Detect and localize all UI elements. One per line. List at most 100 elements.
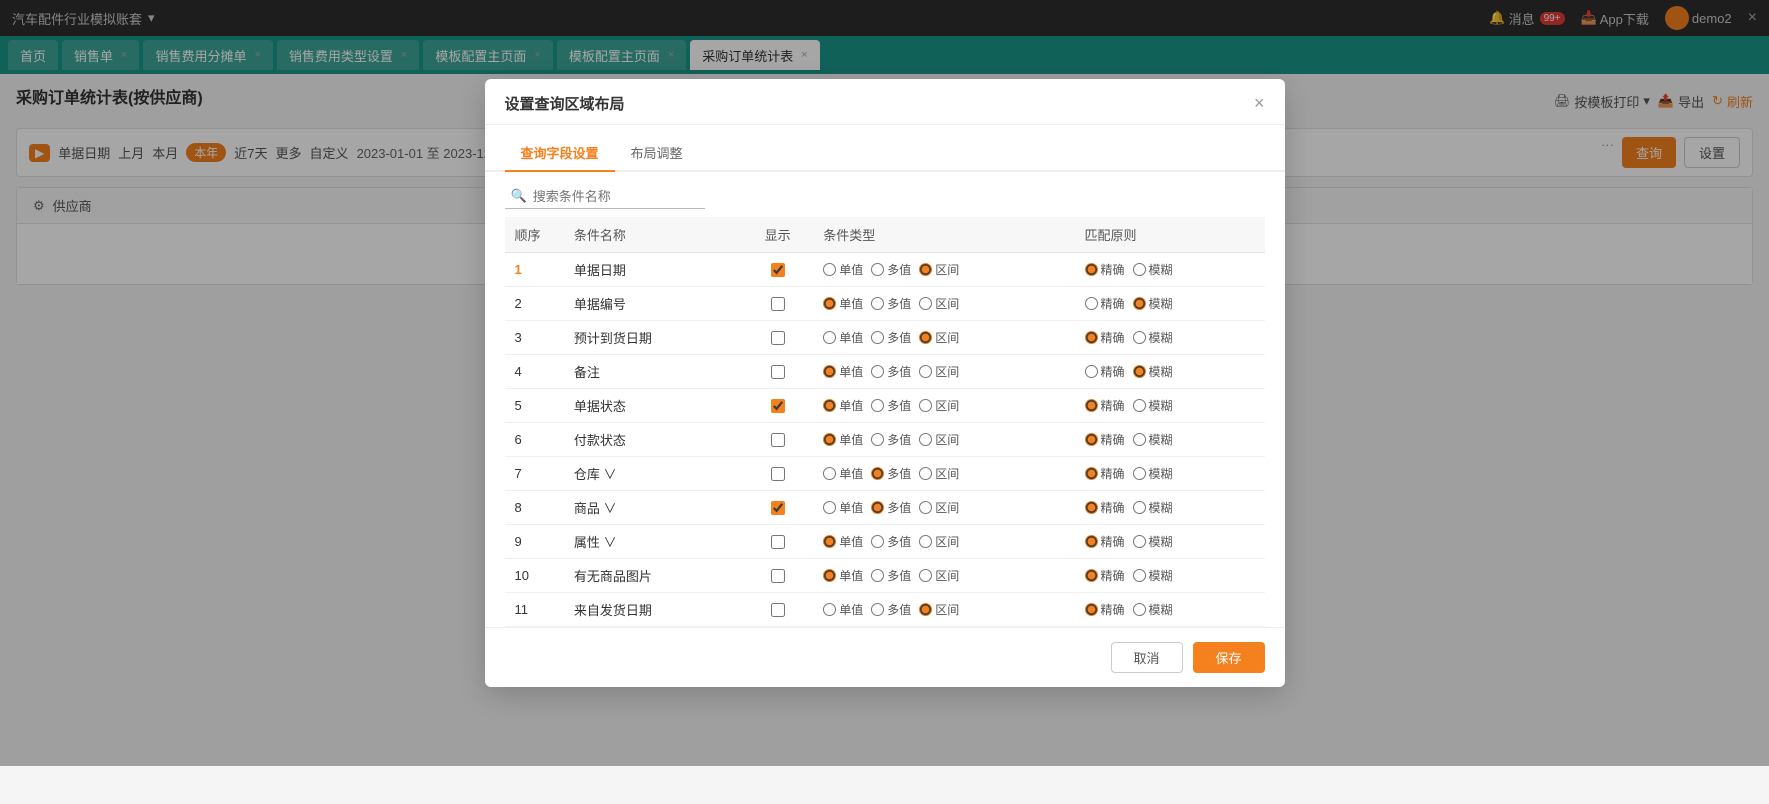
row-type-option[interactable]: 区间 <box>919 295 959 312</box>
row-match-option[interactable]: 精确 <box>1085 465 1125 482</box>
row-type-option[interactable]: 区间 <box>919 499 959 516</box>
row-display-checkbox[interactable] <box>771 535 785 549</box>
row-type-option[interactable]: 多值 <box>871 567 911 584</box>
row-type-option[interactable]: 单值 <box>823 329 863 346</box>
row-type-option[interactable]: 多值 <box>871 363 911 380</box>
cancel-button[interactable]: 取消 <box>1111 642 1183 673</box>
row-type-option[interactable]: 区间 <box>919 567 959 584</box>
row-match-radio-group: 精确模糊 <box>1085 567 1255 584</box>
row-type-option[interactable]: 多值 <box>871 431 911 448</box>
row-match-option[interactable]: 精确 <box>1085 601 1125 618</box>
row-type-option[interactable]: 区间 <box>919 397 959 414</box>
row-match-option[interactable]: 模糊 <box>1133 567 1173 584</box>
row-display-checkbox[interactable] <box>771 331 785 345</box>
tab-query-fields[interactable]: 查询字段设置 <box>505 135 615 172</box>
row-type-option[interactable]: 多值 <box>871 601 911 618</box>
table-row: 4备注单值多值区间精确模糊 <box>505 355 1265 389</box>
row-type-option[interactable]: 多值 <box>871 499 911 516</box>
row-match-option[interactable]: 模糊 <box>1133 465 1173 482</box>
row-display-checkbox[interactable] <box>771 569 785 583</box>
row-display-cell <box>742 423 813 457</box>
row-name: 有无商品图片 <box>564 559 742 593</box>
row-match-option[interactable]: 模糊 <box>1133 363 1173 380</box>
row-display-checkbox[interactable] <box>771 501 785 515</box>
row-match-option[interactable]: 精确 <box>1085 533 1125 550</box>
row-display-checkbox-wrap <box>752 433 803 447</box>
row-type-cell: 单值多值区间 <box>813 423 1074 457</box>
table-row: 6付款状态单值多值区间精确模糊 <box>505 423 1265 457</box>
row-display-checkbox[interactable] <box>771 603 785 617</box>
row-type-option[interactable]: 多值 <box>871 533 911 550</box>
search-input[interactable] <box>533 189 693 204</box>
row-match-option[interactable]: 精确 <box>1085 295 1125 312</box>
row-display-checkbox[interactable] <box>771 433 785 447</box>
row-display-checkbox[interactable] <box>771 467 785 481</box>
row-type-option[interactable]: 多值 <box>871 397 911 414</box>
row-type-option[interactable]: 单值 <box>823 567 863 584</box>
row-type-option[interactable]: 区间 <box>919 363 959 380</box>
row-type-option[interactable]: 单值 <box>823 363 863 380</box>
row-match-radio-group: 精确模糊 <box>1085 363 1255 380</box>
row-match-option[interactable]: 模糊 <box>1133 601 1173 618</box>
row-type-option[interactable]: 单值 <box>823 397 863 414</box>
row-match-option[interactable]: 精确 <box>1085 363 1125 380</box>
row-order: 3 <box>505 321 564 355</box>
row-type-option[interactable]: 多值 <box>871 329 911 346</box>
row-match-option[interactable]: 模糊 <box>1133 295 1173 312</box>
row-match-cell: 精确模糊 <box>1075 559 1265 593</box>
search-box[interactable]: 🔍 <box>505 184 705 209</box>
row-type-option[interactable]: 区间 <box>919 533 959 550</box>
row-display-checkbox[interactable] <box>771 399 785 413</box>
row-type-option[interactable]: 单值 <box>823 261 863 278</box>
row-match-cell: 精确模糊 <box>1075 253 1265 287</box>
table-row: 7仓库 ∨单值多值区间精确模糊 <box>505 457 1265 491</box>
row-match-option[interactable]: 精确 <box>1085 397 1125 414</box>
row-match-option[interactable]: 模糊 <box>1133 329 1173 346</box>
row-type-option[interactable]: 区间 <box>919 431 959 448</box>
row-display-checkbox[interactable] <box>771 297 785 311</box>
row-match-option[interactable]: 模糊 <box>1133 261 1173 278</box>
row-match-option[interactable]: 精确 <box>1085 261 1125 278</box>
modal-close-button[interactable]: × <box>1254 93 1265 114</box>
row-name: 单据状态 <box>564 389 742 423</box>
row-type-option[interactable]: 单值 <box>823 465 863 482</box>
row-type-cell: 单值多值区间 <box>813 253 1074 287</box>
row-type-radio-group: 单值多值区间 <box>823 431 1064 448</box>
row-name: 商品 ∨ <box>564 491 742 525</box>
row-display-cell <box>742 253 813 287</box>
fields-table: 顺序 条件名称 显示 条件类型 匹配原则 1单据日期单值多值区间精确模糊2单据编… <box>505 217 1265 627</box>
row-type-option[interactable]: 多值 <box>871 295 911 312</box>
row-match-option[interactable]: 模糊 <box>1133 431 1173 448</box>
row-match-radio-group: 精确模糊 <box>1085 295 1255 312</box>
row-type-option[interactable]: 单值 <box>823 533 863 550</box>
row-type-option[interactable]: 单值 <box>823 499 863 516</box>
row-match-option[interactable]: 精确 <box>1085 329 1125 346</box>
row-type-option[interactable]: 单值 <box>823 295 863 312</box>
row-match-option[interactable]: 模糊 <box>1133 533 1173 550</box>
row-match-option[interactable]: 模糊 <box>1133 397 1173 414</box>
search-icon: 🔍 <box>511 188 527 204</box>
row-match-option[interactable]: 精确 <box>1085 567 1125 584</box>
row-display-checkbox-wrap <box>752 399 803 413</box>
save-button[interactable]: 保存 <box>1193 642 1265 673</box>
row-type-option[interactable]: 区间 <box>919 329 959 346</box>
row-match-cell: 精确模糊 <box>1075 457 1265 491</box>
row-match-radio-group: 精确模糊 <box>1085 329 1255 346</box>
row-type-option[interactable]: 单值 <box>823 431 863 448</box>
row-type-option[interactable]: 区间 <box>919 261 959 278</box>
row-type-option[interactable]: 多值 <box>871 465 911 482</box>
row-display-cell <box>742 525 813 559</box>
row-type-option[interactable]: 区间 <box>919 601 959 618</box>
table-row: 11来自发货日期单值多值区间精确模糊 <box>505 593 1265 627</box>
row-match-option[interactable]: 精确 <box>1085 431 1125 448</box>
row-match-option[interactable]: 模糊 <box>1133 499 1173 516</box>
row-display-checkbox[interactable] <box>771 263 785 277</box>
row-display-checkbox-wrap <box>752 263 803 277</box>
row-type-option[interactable]: 多值 <box>871 261 911 278</box>
row-display-checkbox[interactable] <box>771 365 785 379</box>
row-type-option[interactable]: 区间 <box>919 465 959 482</box>
tab-layout-adjust[interactable]: 布局调整 <box>615 135 699 172</box>
table-row: 10有无商品图片单值多值区间精确模糊 <box>505 559 1265 593</box>
row-type-option[interactable]: 单值 <box>823 601 863 618</box>
row-match-option[interactable]: 精确 <box>1085 499 1125 516</box>
